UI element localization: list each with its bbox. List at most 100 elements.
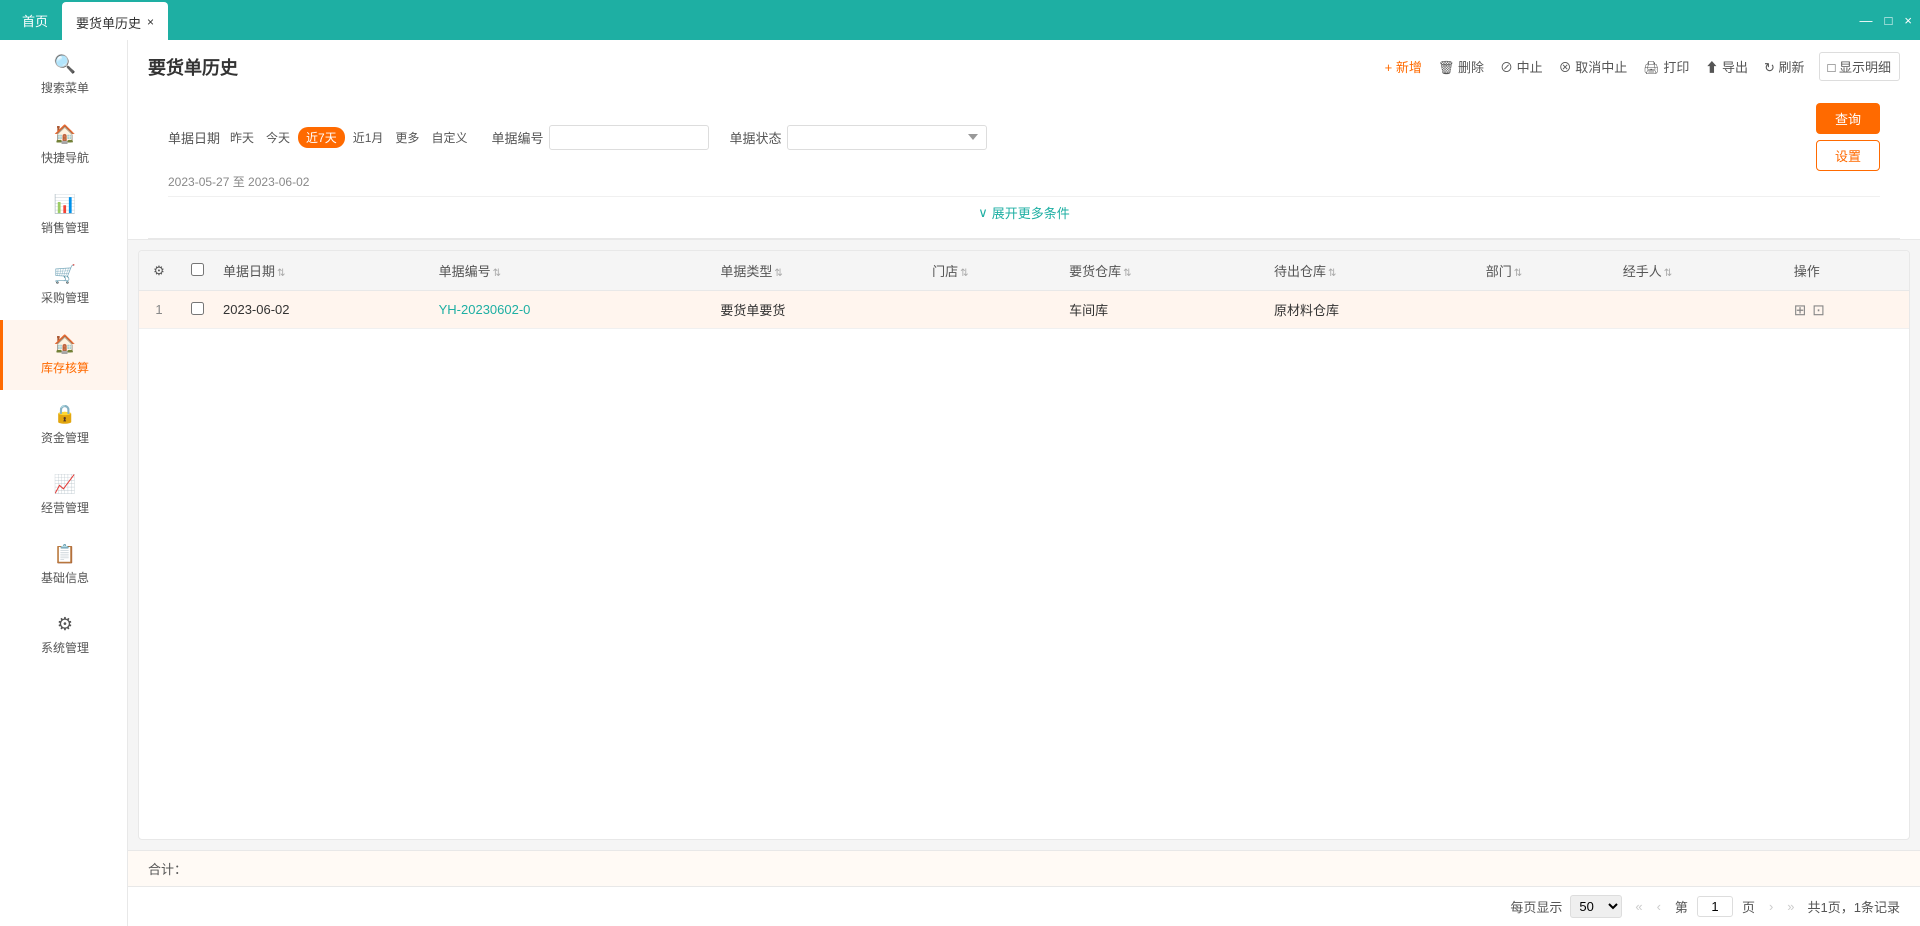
filter-row: 单据日期 昨天 今天 近7天 近1月 更多 自定义 单据编号 [168, 103, 1880, 171]
doc-no-filter-group: 单据编号 [491, 125, 709, 150]
date-filter-label: 单据日期 [168, 128, 220, 147]
query-button[interactable]: 查询 [1816, 103, 1880, 134]
table-header: ⚙ 单据日期⇅ 单据编号⇅ 单据类型⇅ [139, 251, 1909, 291]
display-detail-label: □ 显示明细 [1828, 57, 1891, 76]
purchase-icon: 🛒 [54, 264, 76, 285]
shortcut-1month[interactable]: 近1月 [349, 127, 388, 148]
first-page-button[interactable]: « [1630, 897, 1647, 916]
shortcut-7days[interactable]: 近7天 [298, 127, 345, 148]
row-doc-date: 2023-06-02 [215, 291, 431, 329]
requisition-table: ⚙ 单据日期⇅ 单据编号⇅ 单据类型⇅ [139, 251, 1909, 329]
th-checkbox [179, 251, 215, 291]
status-select[interactable] [787, 125, 987, 150]
stop-button[interactable]: ⊘ 中止 [1498, 53, 1545, 80]
filter-actions: 查询 设置 [1816, 103, 1880, 171]
shortcut-custom[interactable]: 自定义 [427, 127, 471, 148]
sidebar-item-system-mgmt[interactable]: ⚙ 系统管理 [0, 600, 127, 670]
window-maximize-icon[interactable]: □ [1885, 13, 1893, 28]
quick-nav-icon: 🏠 [54, 124, 76, 145]
th-doc-no[interactable]: 单据编号⇅ [431, 251, 713, 291]
doc-no-label: 单据编号 [491, 128, 543, 147]
th-doc-type[interactable]: 单据类型⇅ [712, 251, 924, 291]
expand-more-button[interactable]: ∨ 展开更多条件 [168, 196, 1880, 228]
sidebar-item-operations-label: 经营管理 [41, 499, 89, 516]
select-all-checkbox[interactable] [191, 263, 204, 276]
prev-page-button[interactable]: ‹ [1652, 897, 1666, 916]
page-title-row: 要货单历史 + 新增 🗑 删除 ⊘ 中止 ⊗ 取消中止 🖨 打印 ⬆ 导出 ↻ … [148, 52, 1900, 81]
window-close-icon[interactable]: × [1904, 13, 1912, 28]
row-edit-icon[interactable]: ⊞ [1794, 301, 1807, 319]
refresh-button[interactable]: ↻ 刷新 [1762, 53, 1807, 80]
sidebar-item-search-menu[interactable]: 🔍 搜索菜单 [0, 40, 127, 110]
th-action: 操作 [1786, 251, 1909, 291]
search-menu-icon: 🔍 [54, 54, 76, 75]
row-doc-no: YH-20230602-0 [431, 291, 713, 329]
sidebar-item-purchase-mgmt[interactable]: 🛒 采购管理 [0, 250, 127, 320]
sales-icon: 📊 [54, 194, 76, 215]
new-button[interactable]: + 新增 [1383, 53, 1424, 80]
close-tab-icon[interactable]: × [147, 15, 154, 29]
next-page-button[interactable]: › [1764, 897, 1778, 916]
top-bar-right: — □ × [1860, 13, 1912, 28]
window-minimize-icon[interactable]: — [1860, 13, 1873, 28]
main-layout: 🔍 搜索菜单 🏠 快捷导航 📊 销售管理 🛒 采购管理 🏠 库存核算 🔒 资金管… [0, 40, 1920, 926]
sidebar-item-basic-info-label: 基础信息 [41, 569, 89, 586]
table-body: 1 2023-06-02 YH-20230602-0 要货单要货 车间库 原材料… [139, 291, 1909, 329]
doc-no-input[interactable] [549, 125, 709, 150]
page-label: 第 [1670, 895, 1693, 918]
tab-requisition-history[interactable]: 要货单历史 × [62, 2, 168, 42]
row-num: 1 [139, 291, 179, 329]
basic-info-icon: 📋 [54, 544, 76, 565]
sidebar-item-inventory-label: 库存核算 [41, 359, 89, 376]
row-handler [1615, 291, 1786, 329]
page-header: 要货单历史 + 新增 🗑 删除 ⊘ 中止 ⊗ 取消中止 🖨 打印 ⬆ 导出 ↻ … [128, 40, 1920, 240]
sidebar: 🔍 搜索菜单 🏠 快捷导航 📊 销售管理 🛒 采购管理 🏠 库存核算 🔒 资金管… [0, 40, 128, 926]
filter-bar: 单据日期 昨天 今天 近7天 近1月 更多 自定义 单据编号 [148, 93, 1900, 239]
th-doc-date[interactable]: 单据日期⇅ [215, 251, 431, 291]
sidebar-item-inventory[interactable]: 🏠 库存核算 [0, 320, 127, 390]
row-checkbox[interactable] [191, 302, 204, 315]
tab-requisition-label: 要货单历史 [76, 13, 141, 32]
display-detail-button[interactable]: □ 显示明细 [1819, 52, 1900, 81]
page-nav: « ‹ 第 页 › » [1630, 895, 1799, 918]
shortcut-yesterday[interactable]: 昨天 [226, 127, 258, 148]
delete-button[interactable]: 🗑 删除 [1436, 53, 1486, 80]
last-page-button[interactable]: » [1782, 897, 1799, 916]
row-req-warehouse: 车间库 [1061, 291, 1266, 329]
expand-more-text: 展开更多条件 [992, 203, 1070, 222]
page-title: 要货单历史 [148, 54, 238, 80]
date-range-display: 2023-05-27 至 2023-06-02 [168, 173, 1880, 190]
shortcut-more[interactable]: 更多 [391, 127, 423, 148]
finance-icon: 🔒 [54, 404, 76, 425]
row-department [1478, 291, 1615, 329]
tab-home-label: 首页 [22, 11, 48, 30]
status-filter-group: 单据状态 [729, 125, 987, 150]
sidebar-item-quick-nav-label: 快捷导航 [41, 149, 89, 166]
print-button[interactable]: 🖨 打印 [1641, 53, 1691, 80]
row-more-icon[interactable]: ⊡ [1812, 301, 1825, 319]
sidebar-item-quick-nav[interactable]: 🏠 快捷导航 [0, 110, 127, 180]
per-page-select[interactable]: 50 10 20 100 [1570, 895, 1622, 918]
shortcut-today[interactable]: 今天 [262, 127, 294, 148]
sidebar-item-sales-mgmt[interactable]: 📊 销售管理 [0, 180, 127, 250]
th-store[interactable]: 门店⇅ [924, 251, 1061, 291]
settings-button[interactable]: 设置 [1816, 140, 1880, 171]
sidebar-item-system-label: 系统管理 [41, 639, 89, 656]
row-store [924, 291, 1061, 329]
export-button[interactable]: ⬆ 导出 [1703, 53, 1750, 80]
doc-no-link[interactable]: YH-20230602-0 [439, 302, 531, 317]
sidebar-item-finance-mgmt[interactable]: 🔒 资金管理 [0, 390, 127, 460]
operations-icon: 📈 [54, 474, 76, 495]
th-handler[interactable]: 经手人⇅ [1615, 251, 1786, 291]
sidebar-item-operations-mgmt[interactable]: 📈 经营管理 [0, 460, 127, 530]
page-number-input[interactable] [1697, 896, 1733, 917]
date-shortcuts: 昨天 今天 近7天 近1月 更多 自定义 [226, 127, 471, 148]
th-department[interactable]: 部门⇅ [1478, 251, 1615, 291]
cancel-stop-button[interactable]: ⊗ 取消中止 [1557, 53, 1630, 80]
sidebar-item-basic-info[interactable]: 📋 基础信息 [0, 530, 127, 600]
tab-home[interactable]: 首页 [8, 0, 62, 40]
th-pending-warehouse[interactable]: 待出仓库⇅ [1266, 251, 1478, 291]
date-filter-group: 单据日期 昨天 今天 近7天 近1月 更多 自定义 [168, 127, 471, 148]
th-settings[interactable]: ⚙ [139, 251, 179, 291]
th-req-warehouse[interactable]: 要货仓库⇅ [1061, 251, 1266, 291]
